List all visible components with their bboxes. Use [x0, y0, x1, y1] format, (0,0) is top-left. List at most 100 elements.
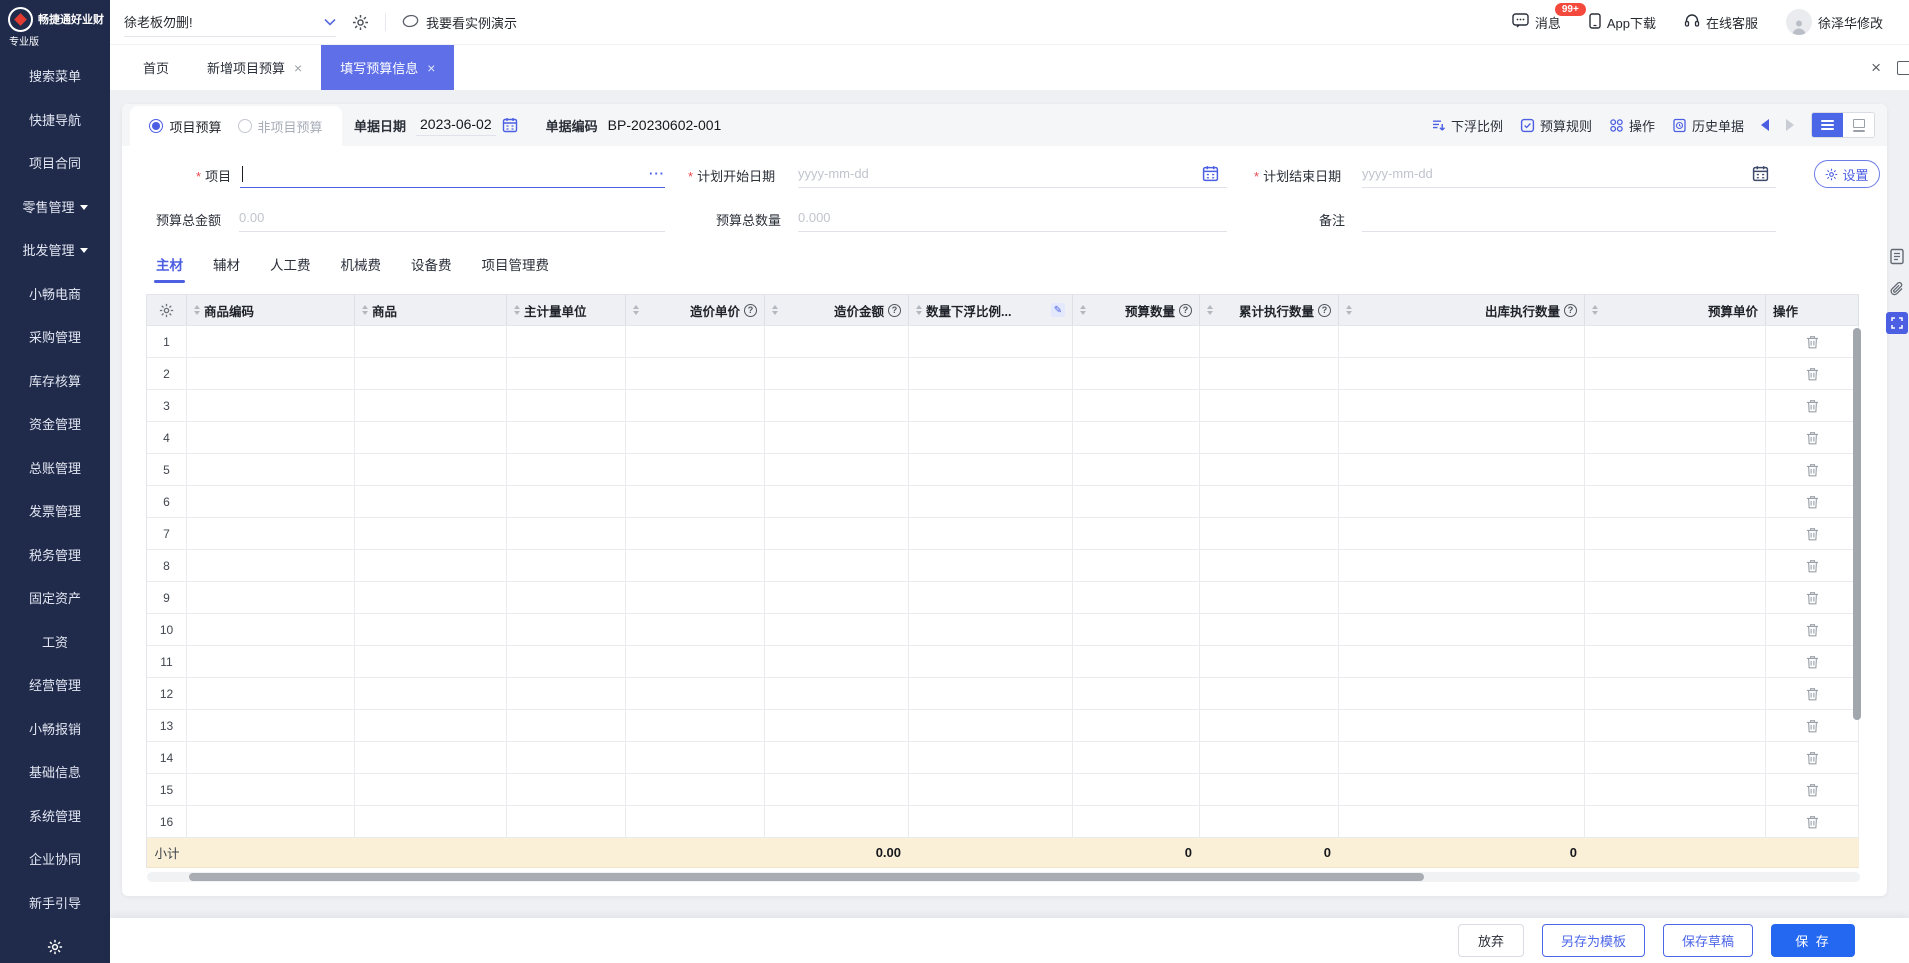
grid-cell[interactable]: [507, 710, 626, 741]
grid-cell[interactable]: [355, 518, 507, 549]
grid-cell[interactable]: [355, 806, 507, 837]
grid-cell[interactable]: [765, 710, 909, 741]
sidebar-item-系统管理[interactable]: 系统管理: [0, 794, 110, 838]
detail-tab-主材[interactable]: 主材: [154, 254, 185, 283]
grid-cell[interactable]: [1585, 550, 1766, 581]
grid-cell[interactable]: [765, 646, 909, 677]
grid-cell[interactable]: [187, 806, 355, 837]
grid-cell[interactable]: [765, 806, 909, 837]
sidebar-item-基础信息[interactable]: 基础信息: [0, 750, 110, 794]
sidebar-item-小畅报销[interactable]: 小畅报销: [0, 707, 110, 751]
settings-button[interactable]: 设置: [1814, 160, 1880, 188]
grid-cell[interactable]: [1200, 486, 1339, 517]
ellipsis-picker-icon[interactable]: ···: [649, 166, 665, 181]
help-icon[interactable]: ?: [1564, 303, 1577, 317]
grid-cell[interactable]: [1200, 582, 1339, 613]
online-service-button[interactable]: 在线客服: [1684, 13, 1758, 32]
grid-cell[interactable]: [765, 486, 909, 517]
grid-cell[interactable]: [626, 454, 765, 485]
grid-cell[interactable]: [1339, 454, 1585, 485]
sidebar-item-快捷导航[interactable]: 快捷导航: [0, 98, 110, 142]
delete-row-icon[interactable]: [1806, 783, 1819, 797]
grid-cell[interactable]: [626, 390, 765, 421]
tab-新增项目预算[interactable]: 新增项目预算 ×: [188, 45, 321, 90]
grid-cell[interactable]: [1339, 390, 1585, 421]
help-icon[interactable]: ?: [888, 303, 901, 317]
grid-cell[interactable]: [909, 390, 1073, 421]
column-header-出库执行数量[interactable]: 出库执行数量?: [1339, 295, 1585, 325]
grid-cell[interactable]: [909, 422, 1073, 453]
edit-column-icon[interactable]: ✎: [1051, 303, 1065, 317]
grid-cell[interactable]: [1585, 422, 1766, 453]
prev-doc-arrow-icon[interactable]: [1761, 119, 1769, 131]
grid-cell[interactable]: [1585, 806, 1766, 837]
grid-cell[interactable]: [1073, 646, 1200, 677]
grid-cell[interactable]: [909, 646, 1073, 677]
grid-cell[interactable]: [909, 326, 1073, 357]
grid-cell[interactable]: [626, 646, 765, 677]
tab-首页[interactable]: 首页: [124, 45, 188, 90]
delete-row-icon[interactable]: [1806, 559, 1819, 573]
delete-row-icon[interactable]: [1806, 655, 1819, 669]
grid-cell[interactable]: [1073, 422, 1200, 453]
sort-arrows-icon[interactable]: [633, 305, 639, 315]
toolbar-link-历史单据[interactable]: 历史单据: [1672, 116, 1744, 135]
grid-cell[interactable]: [1585, 774, 1766, 805]
grid-cell[interactable]: [1200, 710, 1339, 741]
app-download-button[interactable]: App下载: [1589, 12, 1656, 32]
grid-cell[interactable]: [507, 358, 626, 389]
sidebar-item-库存核算[interactable]: 库存核算: [0, 359, 110, 403]
column-header-累计执行数量[interactable]: 累计执行数量?: [1200, 295, 1339, 325]
sidebar-item-采购管理[interactable]: 采购管理: [0, 315, 110, 359]
grid-cell[interactable]: [507, 614, 626, 645]
column-header-商品编码[interactable]: 商品编码: [187, 295, 355, 325]
grid-cell[interactable]: [187, 486, 355, 517]
grid-cell[interactable]: [1200, 774, 1339, 805]
grid-cell[interactable]: [187, 326, 355, 357]
grid-cell[interactable]: [1585, 326, 1766, 357]
user-menu[interactable]: 徐泽华修改: [1785, 9, 1883, 35]
save-button[interactable]: 保 存: [1771, 924, 1855, 957]
grid-cell[interactable]: [1339, 550, 1585, 581]
grid-cell[interactable]: [909, 774, 1073, 805]
grid-cell[interactable]: [626, 678, 765, 709]
grid-cell[interactable]: [355, 678, 507, 709]
grid-cell[interactable]: [1585, 614, 1766, 645]
sidebar-item-批发管理[interactable]: 批发管理: [0, 228, 110, 272]
grid-cell[interactable]: [507, 806, 626, 837]
grid-cell[interactable]: [909, 550, 1073, 581]
column-header-预算单价[interactable]: 预算单价: [1585, 295, 1766, 325]
grid-cell[interactable]: [355, 422, 507, 453]
sort-arrows-icon[interactable]: [194, 305, 200, 315]
grid-cell[interactable]: [909, 518, 1073, 549]
remark-input[interactable]: [1362, 204, 1776, 232]
layout-icon[interactable]: [1897, 60, 1909, 75]
end-date-input[interactable]: yyyy-mm-dd: [1362, 160, 1776, 188]
list-view-toggle[interactable]: [1812, 113, 1843, 137]
help-icon[interactable]: ?: [1179, 303, 1192, 317]
grid-cell[interactable]: [909, 486, 1073, 517]
delete-row-icon[interactable]: [1806, 623, 1819, 637]
column-settings-gear-icon[interactable]: [147, 295, 187, 325]
grid-cell[interactable]: [187, 614, 355, 645]
grid-cell[interactable]: [355, 646, 507, 677]
toolbar-link-操作[interactable]: 操作: [1609, 116, 1655, 135]
grid-cell[interactable]: [1200, 806, 1339, 837]
grid-cell[interactable]: [1585, 582, 1766, 613]
sort-arrows-icon[interactable]: [772, 305, 778, 315]
grid-cell[interactable]: [626, 614, 765, 645]
close-tab-icon[interactable]: ×: [1871, 59, 1881, 76]
delete-row-icon[interactable]: [1806, 399, 1819, 413]
sort-arrows-icon[interactable]: [1592, 305, 1598, 315]
grid-cell[interactable]: [626, 550, 765, 581]
grid-cell[interactable]: [1339, 326, 1585, 357]
grid-cell[interactable]: [765, 678, 909, 709]
grid-cell[interactable]: [626, 518, 765, 549]
grid-cell[interactable]: [507, 646, 626, 677]
delete-row-icon[interactable]: [1806, 719, 1819, 733]
grid-cell[interactable]: [765, 774, 909, 805]
grid-cell[interactable]: [355, 582, 507, 613]
close-icon[interactable]: ×: [427, 61, 435, 75]
help-icon[interactable]: ?: [1318, 303, 1331, 317]
grid-cell[interactable]: [1200, 518, 1339, 549]
